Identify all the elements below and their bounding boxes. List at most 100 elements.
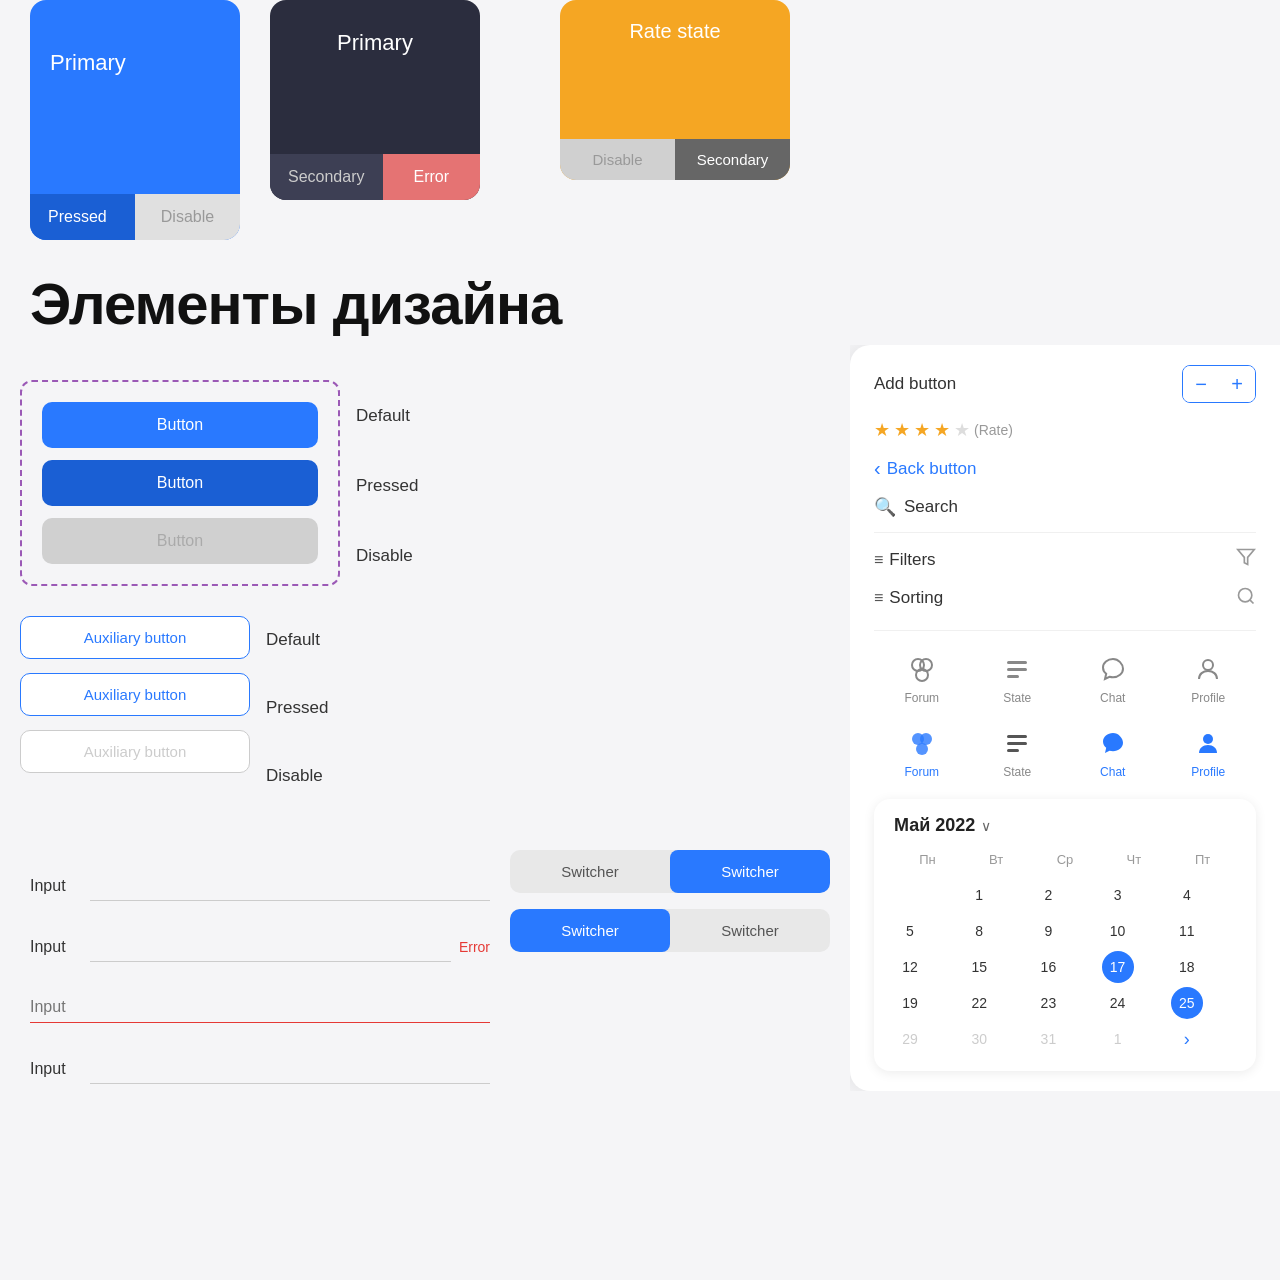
input-error-label: Error xyxy=(459,939,490,955)
cal-day-8[interactable]: 8 xyxy=(963,915,995,947)
switcher-btn-left-1[interactable]: Switcher xyxy=(510,850,670,893)
cal-day-2[interactable]: 2 xyxy=(1032,879,1064,911)
counter-plus-button[interactable]: + xyxy=(1219,366,1255,402)
input-field-error[interactable] xyxy=(30,992,490,1023)
nav-item-forum-active[interactable]: Forum xyxy=(904,725,940,779)
svg-point-9 xyxy=(1203,660,1213,670)
forum-icon-active xyxy=(904,725,940,761)
search-label[interactable]: Search xyxy=(904,497,958,517)
switcher-section: Switcher Switcher Switcher Switcher 📅 DD… xyxy=(510,850,830,982)
cal-header-thu: Чт xyxy=(1100,848,1167,871)
counter-minus-button[interactable]: − xyxy=(1183,366,1219,402)
filters-row: ≡ Filters xyxy=(874,547,1256,572)
nav-item-chat-inactive[interactable]: Chat xyxy=(1095,651,1131,705)
svg-rect-6 xyxy=(1007,661,1027,664)
swatch-rate-secondary: Secondary xyxy=(675,139,790,180)
cal-day-23[interactable]: 23 xyxy=(1032,987,1064,1019)
right-panel-wrapper: Add button − + ★ ★ ★ ★ ★ (Rate) ‹ Back b… xyxy=(850,345,1280,1091)
swatch-rate-state: Rate state Disable Secondary xyxy=(560,0,790,180)
main-heading: Элементы дизайна xyxy=(30,270,561,337)
star-4[interactable]: ★ xyxy=(934,419,950,441)
cal-header-fri: Пт xyxy=(1169,848,1236,871)
star-2[interactable]: ★ xyxy=(894,419,910,441)
primary-button-default[interactable]: Button xyxy=(42,402,318,448)
add-button-label: Add button xyxy=(874,374,956,394)
sorting-label[interactable]: Sorting xyxy=(889,588,943,608)
aux-state-pressed: Pressed xyxy=(266,698,328,718)
aux-button-default[interactable]: Auxiliary button xyxy=(20,616,250,659)
back-button-label[interactable]: Back button xyxy=(887,459,977,479)
nav-item-profile-inactive[interactable]: Profile xyxy=(1190,651,1226,705)
star-5[interactable]: ★ xyxy=(954,419,970,441)
rating-label: (Rate) xyxy=(974,422,1013,438)
cal-day-5[interactable]: 5 xyxy=(894,915,926,947)
input-row-4: Input xyxy=(30,1053,490,1084)
cal-day-15[interactable]: 15 xyxy=(963,951,995,983)
cal-day-9[interactable]: 9 xyxy=(1032,915,1064,947)
nav-item-state-inactive[interactable]: State xyxy=(999,651,1035,705)
swatch-rate-label: Rate state xyxy=(560,0,790,43)
nav-item-profile-active[interactable]: Profile xyxy=(1190,725,1226,779)
cal-day-1[interactable]: 1 xyxy=(963,879,995,911)
cal-day-empty xyxy=(894,879,926,911)
cal-day-next-arrow[interactable]: › xyxy=(1171,1023,1203,1055)
primary-button-pressed[interactable]: Button xyxy=(42,460,318,506)
cal-day-10[interactable]: 10 xyxy=(1102,915,1134,947)
switcher-btn-right-1[interactable]: Switcher xyxy=(670,850,830,893)
input-field-1[interactable] xyxy=(90,870,490,901)
state-icon-active xyxy=(999,725,1035,761)
cal-day-16[interactable]: 16 xyxy=(1032,951,1064,983)
svg-rect-13 xyxy=(1007,735,1027,738)
calendar-chevron-icon[interactable]: ∨ xyxy=(981,818,991,834)
nav-profile-label-inactive: Profile xyxy=(1191,691,1225,705)
cal-day-12[interactable]: 12 xyxy=(894,951,926,983)
sorting-search-icon[interactable] xyxy=(1236,586,1256,610)
input-row-2: Input Error xyxy=(30,931,490,962)
profile-icon-active xyxy=(1190,725,1226,761)
filters-lines-icon: ≡ xyxy=(874,551,883,569)
swatch-pressed: Pressed xyxy=(30,194,135,240)
cal-header-mon: Пн xyxy=(894,848,961,871)
input-row-3 xyxy=(30,992,490,1023)
cal-day-17-today[interactable]: 17 xyxy=(1102,951,1134,983)
cal-day-22[interactable]: 22 xyxy=(963,987,995,1019)
input-section: Input Input Error Input xyxy=(30,870,490,1114)
nav-item-chat-active[interactable]: Chat xyxy=(1095,725,1131,779)
input-field-2[interactable] xyxy=(90,931,451,962)
cal-day-19[interactable]: 19 xyxy=(894,987,926,1019)
input-field-4[interactable] xyxy=(90,1053,490,1084)
svg-marker-0 xyxy=(1238,550,1255,565)
cal-day-3[interactable]: 3 xyxy=(1102,879,1134,911)
switcher-btn-left-2[interactable]: Switcher xyxy=(510,909,670,952)
nav-item-state-active[interactable]: State xyxy=(999,725,1035,779)
svg-point-12 xyxy=(916,743,928,755)
top-swatches: Primary Pressed Disable Primary Secondar… xyxy=(0,0,820,240)
cal-day-next-1[interactable]: 1 xyxy=(1102,1023,1134,1055)
sorting-lines-icon: ≡ xyxy=(874,589,883,607)
input-label-2: Input xyxy=(30,938,90,956)
cal-day-11[interactable]: 11 xyxy=(1171,915,1203,947)
cal-day-18[interactable]: 18 xyxy=(1171,951,1203,983)
swatch-secondary: Secondary xyxy=(270,154,383,200)
star-3[interactable]: ★ xyxy=(914,419,930,441)
funnel-icon[interactable] xyxy=(1236,547,1256,572)
svg-point-16 xyxy=(1203,734,1213,744)
swatch-dark-label: Primary xyxy=(270,0,480,56)
counter-buttons: − + xyxy=(1182,365,1256,403)
cal-day-25-selected[interactable]: 25 xyxy=(1171,987,1203,1019)
nav-item-forum-inactive[interactable]: Forum xyxy=(904,651,940,705)
cal-day-31[interactable]: 31 xyxy=(1032,1023,1064,1055)
input-row-1: Input xyxy=(30,870,490,901)
svg-point-1 xyxy=(1239,589,1252,602)
filters-label[interactable]: Filters xyxy=(889,550,935,570)
state-icon-inactive xyxy=(999,651,1035,687)
state-label-disable: Disable xyxy=(356,546,418,566)
star-1[interactable]: ★ xyxy=(874,419,890,441)
switcher-row-1: Switcher Switcher xyxy=(510,850,830,893)
cal-day-30[interactable]: 30 xyxy=(963,1023,995,1055)
cal-day-29[interactable]: 29 xyxy=(894,1023,926,1055)
cal-day-4[interactable]: 4 xyxy=(1171,879,1203,911)
cal-day-24[interactable]: 24 xyxy=(1102,987,1134,1019)
aux-button-pressed[interactable]: Auxiliary button xyxy=(20,673,250,716)
switcher-btn-right-2[interactable]: Switcher xyxy=(670,909,830,952)
